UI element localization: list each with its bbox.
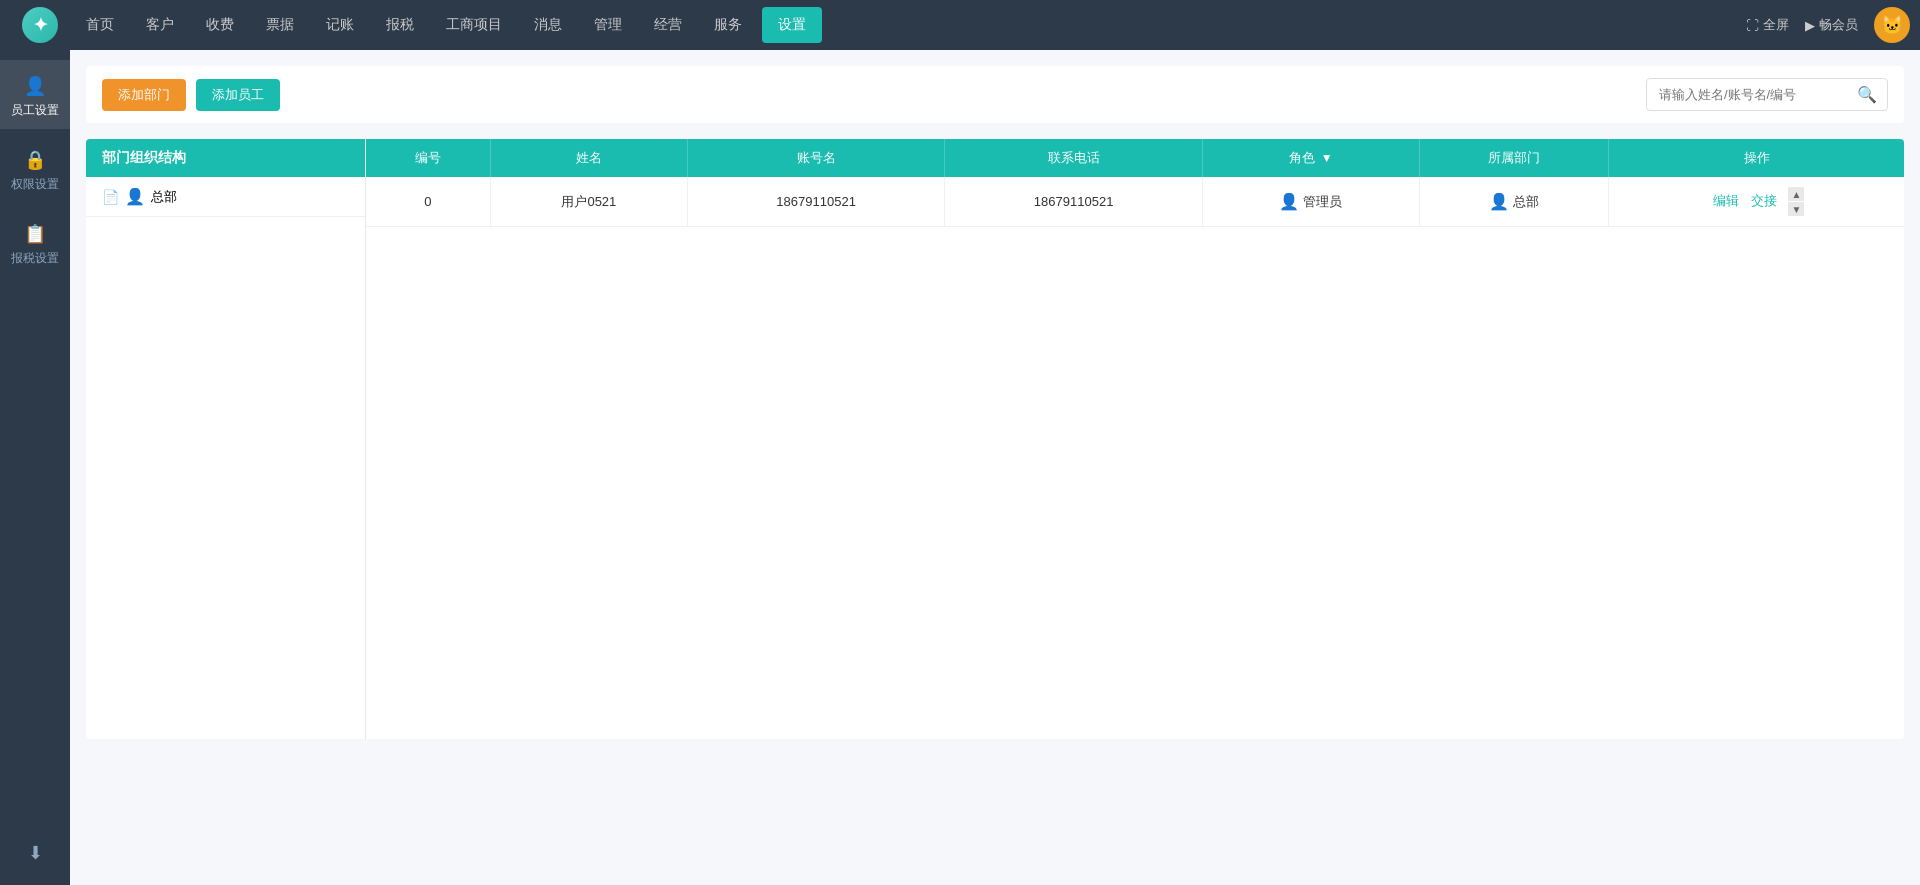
- nav-item-message[interactable]: 消息: [518, 0, 578, 50]
- toolbar: 添加部门 添加员工 🔍: [86, 66, 1904, 123]
- cell-dept: 👤 总部: [1419, 177, 1609, 227]
- logo: ✦: [10, 7, 70, 43]
- col-header-id: 编号: [366, 139, 490, 177]
- cell-phone: 18679110521: [945, 177, 1203, 227]
- nav-item-tax[interactable]: 报税: [370, 0, 430, 50]
- nav-item-fee[interactable]: 收费: [190, 0, 250, 50]
- nav-item-manage[interactable]: 管理: [578, 0, 638, 50]
- nav-item-service[interactable]: 服务: [698, 0, 758, 50]
- scroll-down-button[interactable]: ▼: [1788, 202, 1804, 216]
- fullscreen-button[interactable]: ⛶ 全屏: [1746, 16, 1789, 34]
- role-person-icon: 👤: [1279, 192, 1299, 211]
- dept-item-name: 总部: [151, 188, 177, 206]
- sidebar-item-permission-label: 权限设置: [11, 176, 59, 193]
- col-header-action: 操作: [1609, 139, 1904, 177]
- row-scroll-buttons: ▲ ▼: [1788, 187, 1804, 216]
- fullscreen-label: 全屏: [1763, 16, 1789, 34]
- app-layout: 👤 员工设置 🔒 权限设置 📋 报税设置 ⬇ 添加部门 添加员工 🔍: [0, 0, 1920, 885]
- search-input[interactable]: [1647, 81, 1847, 108]
- nav-item-accounting[interactable]: 记账: [310, 0, 370, 50]
- sidebar-download-button[interactable]: ⬇: [0, 827, 70, 885]
- sidebar: 👤 员工设置 🔒 权限设置 📋 报税设置 ⬇: [0, 50, 70, 885]
- sidebar-item-tax-settings[interactable]: 📋 报税设置: [0, 208, 70, 277]
- main-content: 添加部门 添加员工 🔍 部门组织结构 📄 👤 总部: [70, 50, 1920, 885]
- cell-account: 18679110521: [687, 177, 945, 227]
- scroll-up-button[interactable]: ▲: [1788, 187, 1804, 201]
- edit-link[interactable]: 编辑: [1713, 193, 1739, 208]
- sidebar-item-permission[interactable]: 🔒 权限设置: [0, 134, 70, 203]
- logo-icon: ✦: [22, 7, 58, 43]
- dept-tree-item-general[interactable]: 📄 👤 总部: [86, 177, 365, 217]
- dept-file-icon: 📄: [102, 189, 119, 205]
- tax-settings-icon: 📋: [23, 222, 47, 246]
- cell-actions: 编辑 交接 ▲ ▼: [1609, 177, 1904, 227]
- col-header-dept: 所属部门: [1419, 139, 1609, 177]
- add-emp-button[interactable]: 添加员工: [196, 79, 280, 111]
- top-nav: ✦ 首页 客户 收费 票据 记账 报税 工商项目 消息 管理 经营 服务 设置 …: [0, 0, 1920, 50]
- fullscreen-icon: ⛶: [1746, 18, 1759, 33]
- add-dept-button[interactable]: 添加部门: [102, 79, 186, 111]
- nav-items: 首页 客户 收费 票据 记账 报税 工商项目 消息 管理 经营 服务 设置: [70, 0, 1746, 50]
- nav-right: ⛶ 全屏 ▶ 畅会员 🐱: [1746, 7, 1910, 43]
- nav-item-operation[interactable]: 经营: [638, 0, 698, 50]
- cell-id: 0: [366, 177, 490, 227]
- table-row: 0 用户0521 18679110521 18679110521 👤 管理员: [366, 177, 1904, 227]
- search-button[interactable]: 🔍: [1847, 79, 1887, 110]
- dept-person-icon: 👤: [125, 187, 145, 206]
- col-header-name: 姓名: [490, 139, 687, 177]
- content-body: 部门组织结构 📄 👤 总部 编号 姓名 账号名 联系电话: [86, 139, 1904, 739]
- sidebar-item-employee-label: 员工设置: [11, 102, 59, 119]
- col-header-phone: 联系电话: [945, 139, 1203, 177]
- col-header-account: 账号名: [687, 139, 945, 177]
- cell-role: 👤 管理员: [1202, 177, 1419, 227]
- cell-name: 用户0521: [490, 177, 687, 227]
- emp-table: 编号 姓名 账号名 联系电话 角色 ▼ 所属部门 操作: [366, 139, 1904, 739]
- nav-item-bill[interactable]: 票据: [250, 0, 310, 50]
- avatar[interactable]: 🐱: [1874, 7, 1910, 43]
- nav-item-business[interactable]: 工商项目: [430, 0, 518, 50]
- permission-icon: 🔒: [23, 148, 47, 172]
- dept-tree-header: 部门组织结构: [86, 139, 365, 177]
- nav-item-customer[interactable]: 客户: [130, 0, 190, 50]
- member-button[interactable]: ▶ 畅会员: [1805, 16, 1858, 34]
- dept-tree: 部门组织结构 📄 👤 总部: [86, 139, 366, 739]
- member-label: 畅会员: [1819, 16, 1858, 34]
- col-header-role[interactable]: 角色 ▼: [1202, 139, 1419, 177]
- nav-item-home[interactable]: 首页: [70, 0, 130, 50]
- toolbar-search: 🔍: [1646, 78, 1888, 111]
- employee-icon: 👤: [23, 74, 47, 98]
- dept-person-icon-cell: 👤: [1489, 192, 1509, 211]
- employee-table: 编号 姓名 账号名 联系电话 角色 ▼ 所属部门 操作: [366, 139, 1904, 227]
- member-icon: ▶: [1805, 18, 1815, 33]
- transfer-link[interactable]: 交接: [1751, 193, 1777, 208]
- nav-item-settings[interactable]: 设置: [762, 7, 822, 43]
- download-icon: ⬇: [23, 841, 47, 865]
- sidebar-item-tax-settings-label: 报税设置: [11, 250, 59, 267]
- sidebar-item-employee[interactable]: 👤 员工设置: [0, 60, 70, 129]
- role-filter-icon: ▼: [1321, 151, 1333, 165]
